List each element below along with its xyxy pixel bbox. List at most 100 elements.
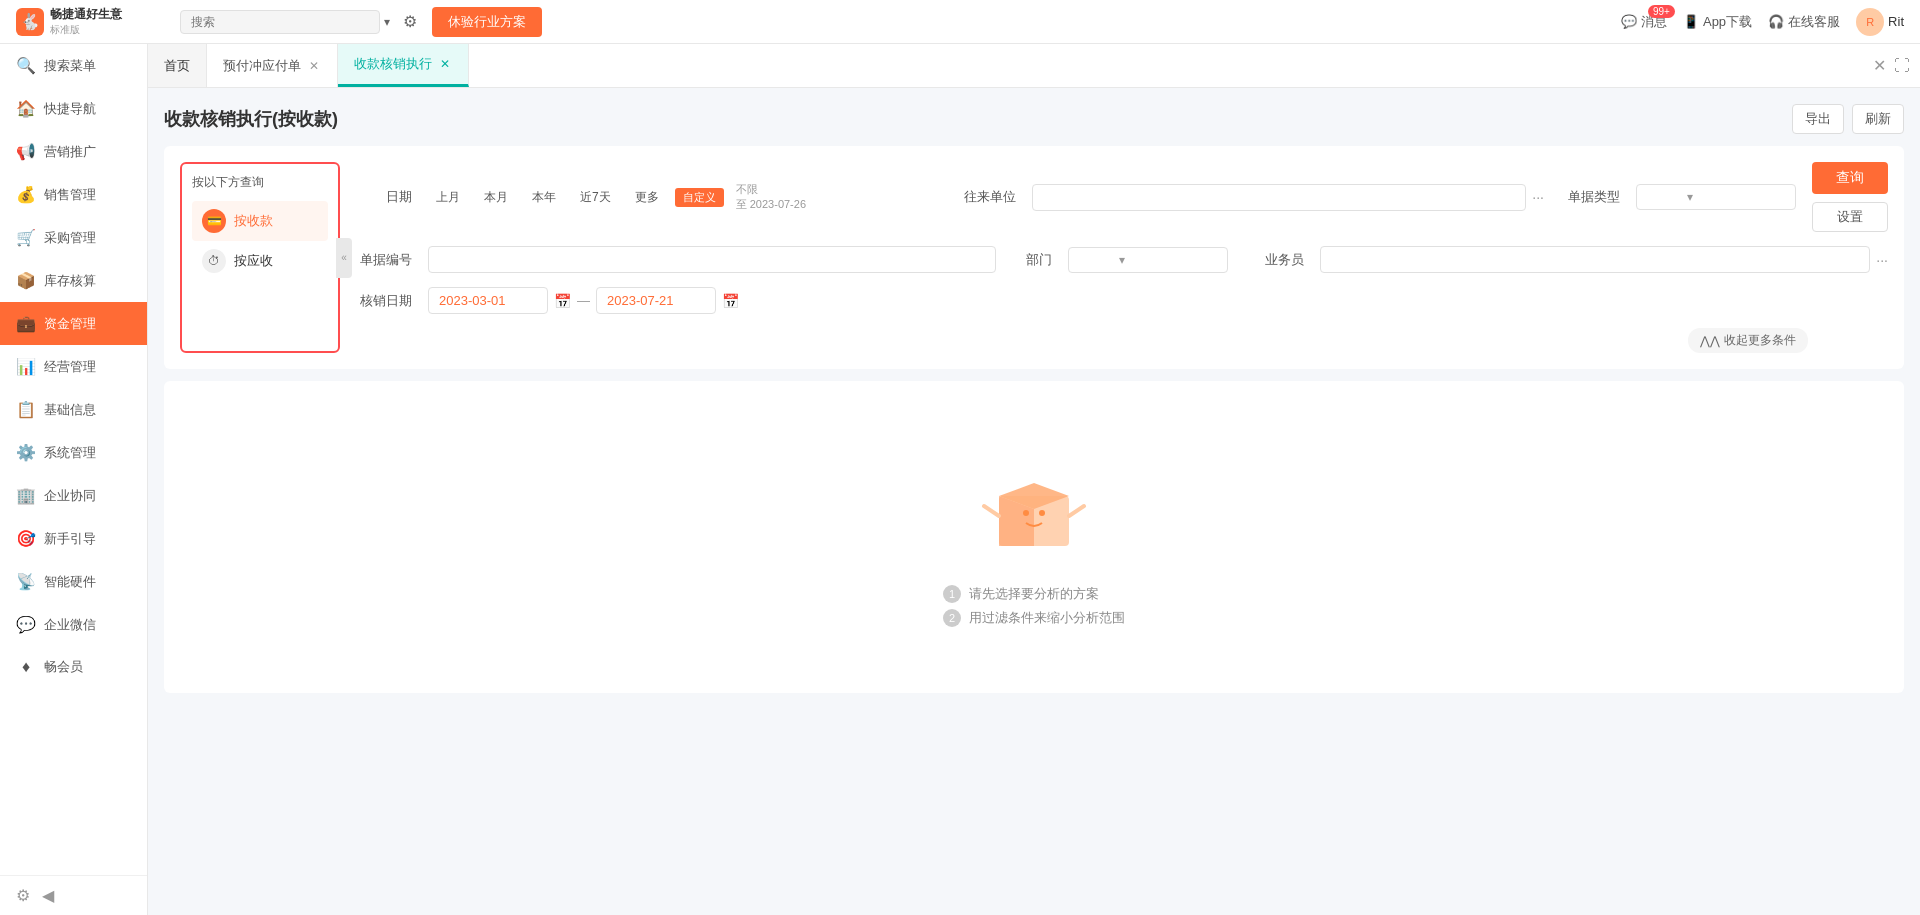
doc-no-input[interactable] — [428, 246, 996, 273]
date-this-year[interactable]: 本年 — [524, 186, 564, 209]
search-row-1: 日期 上月 本月 本年 近7天 更多 自定义 不限 至 2023-07-26 — [352, 162, 1888, 232]
header-right: 💬 消息 99+ 📱 App下载 🎧 在线客服 R Rit — [1621, 8, 1904, 36]
tab-collect[interactable]: 收款核销执行 ✕ — [338, 44, 469, 87]
user-name: Rit — [1888, 14, 1904, 29]
partner-field: ··· — [1032, 184, 1544, 211]
settings-icon[interactable]: ⚙ — [396, 8, 424, 36]
calendar-end-icon[interactable]: 📅 — [722, 293, 739, 309]
write-off-start-input[interactable] — [428, 287, 548, 314]
page-title-bar: 收款核销执行(按收款) 导出 刷新 — [164, 104, 1904, 134]
date-last-month[interactable]: 上月 — [428, 186, 468, 209]
online-service-label: 在线客服 — [1788, 13, 1840, 31]
app-download-action[interactable]: 📱 App下载 — [1683, 13, 1752, 31]
sidebar-bottom: ⚙ ◀ — [0, 875, 147, 915]
sidebar-item-wechat[interactable]: 💬 企业微信 — [0, 603, 147, 646]
sidebar-label: 新手引导 — [44, 530, 96, 548]
svg-point-3 — [1023, 510, 1029, 516]
query-button[interactable]: 查询 — [1812, 162, 1888, 194]
sidebar-item-vip[interactable]: ♦ 畅会员 — [0, 646, 147, 688]
date-more[interactable]: 更多 — [627, 186, 667, 209]
sidebar-item-guide[interactable]: 🎯 新手引导 — [0, 517, 147, 560]
dept-label: 部门 — [1012, 251, 1052, 269]
search-form: 日期 上月 本月 本年 近7天 更多 自定义 不限 至 2023-07-26 — [352, 162, 1888, 353]
partner-more-icon[interactable]: ··· — [1532, 189, 1544, 205]
message-badge: 99+ — [1648, 5, 1675, 18]
date-this-month[interactable]: 本月 — [476, 186, 516, 209]
sidebar-item-quick-nav[interactable]: 🏠 快捷导航 — [0, 87, 147, 130]
sidebar-label: 营销推广 — [44, 143, 96, 161]
sidebar-label: 搜索菜单 — [44, 57, 96, 75]
search-input[interactable] — [180, 10, 380, 34]
date-7days[interactable]: 近7天 — [572, 186, 619, 209]
avatar: R — [1856, 8, 1884, 36]
date-label: 日期 — [352, 188, 412, 206]
doc-no-field — [428, 246, 996, 273]
staff-input[interactable] — [1320, 246, 1870, 273]
sidebar-item-hardware[interactable]: 📡 智能硬件 — [0, 560, 147, 603]
sidebar-label: 库存核算 — [44, 272, 96, 290]
basic-icon: 📋 — [16, 400, 36, 419]
close-tab-icon[interactable]: ✕ — [1873, 56, 1886, 75]
expand-tab-icon[interactable]: ⛶ — [1894, 57, 1910, 75]
search-row-3: 核销日期 📅 — 📅 — [352, 287, 1888, 314]
filter-by-receivable[interactable]: ⏱ 按应收 — [192, 241, 328, 281]
sidebar-label: 经营管理 — [44, 358, 96, 376]
prepay-close-icon[interactable]: ✕ — [307, 57, 321, 75]
page-actions: 导出 刷新 — [1792, 104, 1904, 134]
search-actions: 查询 设置 — [1812, 162, 1888, 232]
vip-icon: ♦ — [16, 658, 36, 676]
sidebar-item-business[interactable]: 📊 经营管理 — [0, 345, 147, 388]
content-area: 首页 预付冲应付单 ✕ 收款核销执行 ✕ ✕ ⛶ 收款核销执行(按收款) 导出 — [148, 44, 1920, 915]
date-filter-row: 上月 本月 本年 近7天 更多 自定义 不限 至 2023-07-26 — [428, 182, 940, 212]
message-action[interactable]: 💬 消息 99+ — [1621, 13, 1667, 31]
sidebar-item-enterprise[interactable]: 🏢 企业协同 — [0, 474, 147, 517]
refresh-button[interactable]: 刷新 — [1852, 104, 1904, 134]
dept-dropdown[interactable]: ▾ — [1068, 247, 1228, 273]
sidebar-item-marketing[interactable]: 📢 营销推广 — [0, 130, 147, 173]
receipt-icon: 💳 — [202, 209, 226, 233]
purchase-icon: 🛒 — [16, 228, 36, 247]
dropdown-arrow-icon[interactable]: ▾ — [384, 15, 390, 29]
download-icon: 📱 — [1683, 14, 1699, 29]
settings-bottom-icon[interactable]: ⚙ — [16, 886, 30, 905]
partner-input[interactable] — [1032, 184, 1526, 211]
settings-form-button[interactable]: 设置 — [1812, 202, 1888, 232]
doc-type-label: 单据类型 — [1560, 188, 1620, 206]
staff-more-icon[interactable]: ··· — [1876, 252, 1888, 268]
filter-by-receipt[interactable]: 💳 按收款 — [192, 201, 328, 241]
user-area[interactable]: R Rit — [1856, 8, 1904, 36]
empty-text-2: 用过滤条件来缩小分析范围 — [943, 609, 1125, 627]
collect-close-icon[interactable]: ✕ — [438, 55, 452, 73]
calendar-start-icon[interactable]: 📅 — [554, 293, 571, 309]
sidebar-label: 智能硬件 — [44, 573, 96, 591]
doc-type-dropdown[interactable]: ▾ — [1636, 184, 1796, 210]
tab-prepay[interactable]: 预付冲应付单 ✕ — [207, 44, 338, 87]
collapse-sidebar-icon[interactable]: ◀ — [42, 886, 54, 905]
sidebar-item-purchase[interactable]: 🛒 采购管理 — [0, 216, 147, 259]
sidebar-item-basic-info[interactable]: 📋 基础信息 — [0, 388, 147, 431]
filter-panel-title: 按以下方查询 — [192, 174, 328, 191]
logo-icon: 🐇 — [16, 8, 44, 36]
tab-bar-actions: ✕ ⛶ — [1863, 44, 1920, 87]
sidebar-item-inventory[interactable]: 📦 库存核算 — [0, 259, 147, 302]
sidebar-item-sales[interactable]: 💰 销售管理 — [0, 173, 147, 216]
staff-label: 业务员 — [1244, 251, 1304, 269]
industry-button[interactable]: 休验行业方案 — [432, 7, 542, 37]
online-service-action[interactable]: 🎧 在线客服 — [1768, 13, 1840, 31]
sidebar-item-finance[interactable]: 💼 资金管理 — [0, 302, 147, 345]
search-icon: 🔍 — [16, 56, 36, 75]
collapse-more-btn[interactable]: ⋀⋀ 收起更多条件 — [1688, 328, 1808, 353]
filter-collapse-icon[interactable]: « — [336, 238, 352, 278]
sidebar-item-system[interactable]: ⚙️ 系统管理 — [0, 431, 147, 474]
date-separator: — — [577, 293, 590, 308]
write-off-end-input[interactable] — [596, 287, 716, 314]
sidebar-item-search-menu[interactable]: 🔍 搜索菜单 — [0, 44, 147, 87]
empty-text-1: 请先选择要分析的方案 — [943, 585, 1125, 603]
svg-line-6 — [1069, 506, 1084, 516]
app-download-label: App下载 — [1703, 13, 1752, 31]
tab-home[interactable]: 首页 — [148, 44, 207, 87]
sidebar-label: 快捷导航 — [44, 100, 96, 118]
export-button[interactable]: 导出 — [1792, 104, 1844, 134]
write-off-date-label: 核销日期 — [352, 292, 412, 310]
filter-receipt-label: 按收款 — [234, 212, 273, 230]
